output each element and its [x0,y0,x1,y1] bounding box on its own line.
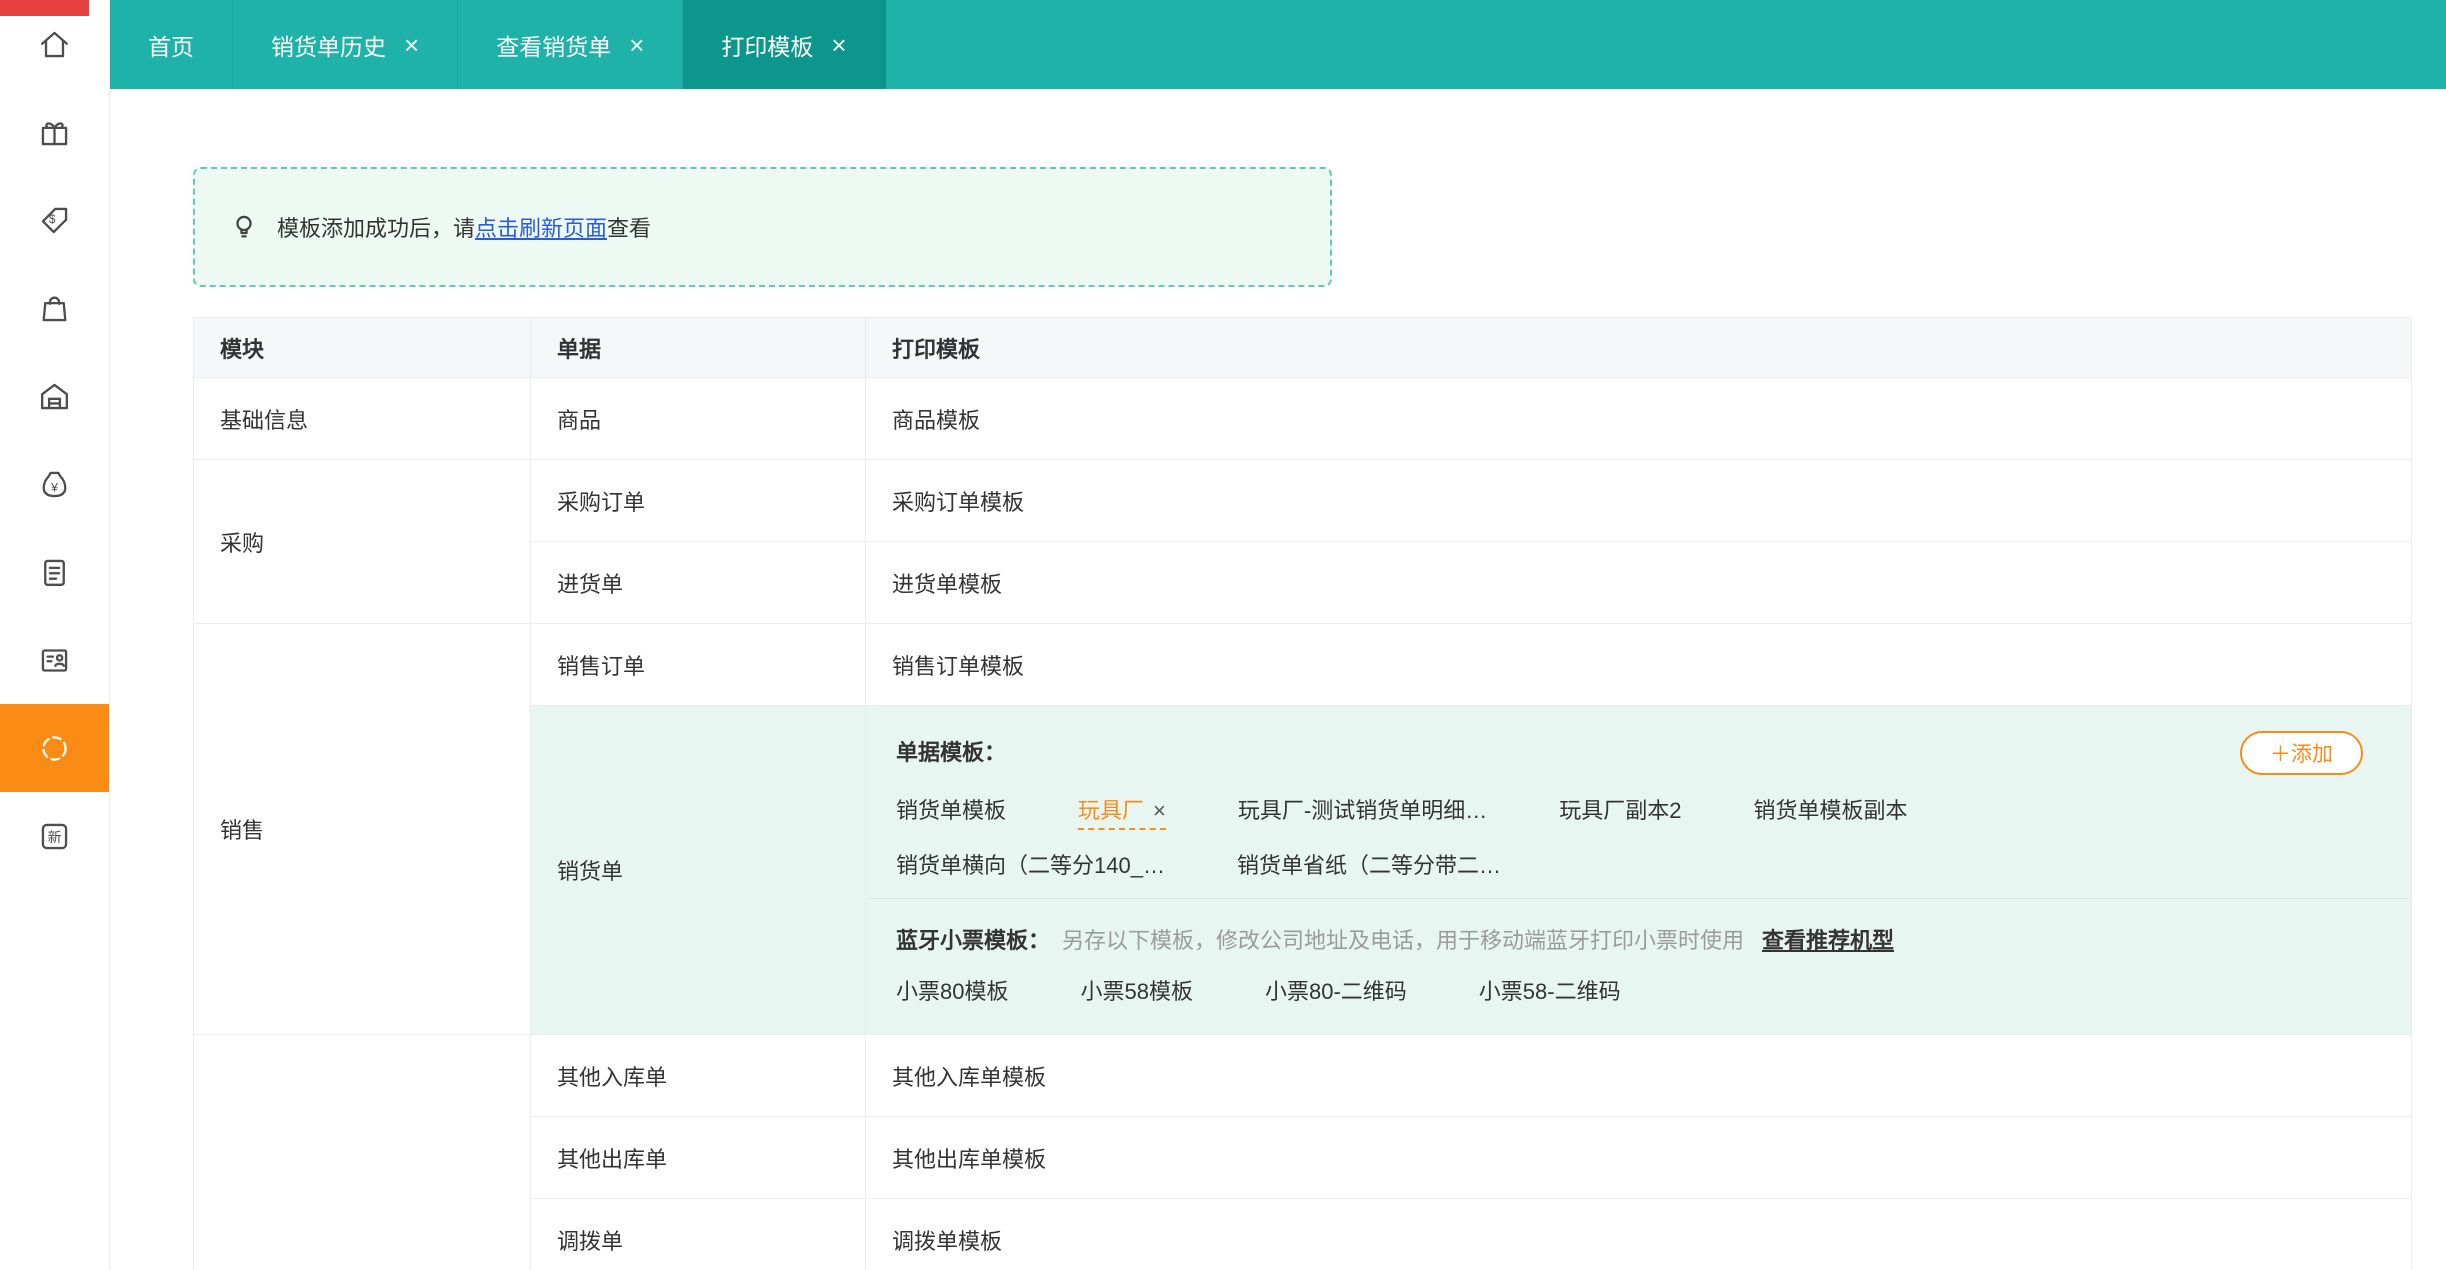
notice-text: 模板添加成功后，请点击刷新页面查看 [277,211,651,243]
gift-icon [41,121,68,145]
template-item[interactable]: 小票80模板 [896,977,1008,1007]
price-tag-icon: $ [41,207,68,233]
sidebar-item-documents[interactable] [0,528,109,616]
template-list-row-2: 销货单横向（二等分140_… 销货单省纸（二等分带二… [896,851,2381,881]
sidebar-item-purchase[interactable] [0,264,109,352]
table-row: 基础信息 商品 商品模板 [193,377,2412,460]
table-row: 其他入库单 其他入库单模板 [193,1034,2412,1270]
close-icon[interactable]: × [1153,798,1166,823]
svg-text:新: 新 [48,828,62,844]
tab-label: 打印模板 [721,33,814,60]
tab-label: 查看销货单 [496,33,612,60]
sidebar-item-gift[interactable] [0,88,109,176]
template-cell: 商品模板 [865,377,2412,460]
close-icon[interactable]: × [831,32,846,58]
recommended-devices-link[interactable]: 查看推荐机型 [1762,923,1894,955]
template-item[interactable]: 小票80-二维码 [1265,977,1407,1007]
doc-cell: 进货单 [530,541,866,624]
money-bag-icon: ¥ [42,471,67,497]
doc-cell: 调拨单 [530,1198,866,1270]
template-item-selected[interactable]: 玩具厂 × [1078,796,1166,830]
template-list-row-1: 销货单模板 玩具厂 × 玩具厂-测试销货单明细… 玩具厂副本2 销货单模板副本 [896,796,2381,830]
template-cell: 调拨单模板 [865,1198,2412,1270]
sidebar-item-new[interactable]: 新 [0,792,109,880]
template-item[interactable]: 小票58模板 [1080,977,1192,1007]
module-cell: 基础信息 [193,377,531,460]
clipboard-icon [44,559,65,586]
bluetooth-template-desc: 另存以下模板，修改公司地址及电话，用于移动端蓝牙打印小票时使用 [1062,928,1745,953]
tab-label: 首页 [148,33,194,60]
bluetooth-template-section: 蓝牙小票模板： 另存以下模板，修改公司地址及电话，用于移动端蓝牙打印小票时使用 … [866,898,2411,1034]
close-icon[interactable]: × [404,32,419,58]
new-doc-icon: 新 [41,823,68,849]
sync-icon [42,735,67,761]
template-item[interactable]: 销货单横向（二等分140_… [896,851,1165,881]
main-panel: 首页 销货单历史 × 查看销货单 × 打印模板 × 模板添加成功后，请点击刷新页… [110,0,2446,1270]
template-cell: 其他出库单模板 [865,1116,2412,1199]
table-row: 销售 销售订单 销售订单模板 [193,623,2412,1035]
main-content: 模板添加成功后，请点击刷新页面查看 模块 单据 打印模板 基础信息 商品 商品模… [110,89,2446,1270]
tab-view-sales-order[interactable]: 查看销货单 × [458,0,684,89]
close-icon[interactable]: × [629,32,644,58]
sidebar-item-home[interactable] [0,0,109,88]
contacts-icon [41,648,68,672]
tab-print-template[interactable]: 打印模板 × [683,0,886,89]
header-print-template: 打印模板 [865,317,2412,378]
app-window: $ ¥ 新 首页 销货单历史 × 查看销货单 × 打印模板 × 模板添加成功后，… [0,0,2446,1270]
table-header-row: 模块 单据 打印模板 [193,317,2412,378]
doc-cell: 销货单 [530,705,866,1035]
refresh-page-link[interactable]: 点击刷新页面 [475,216,607,241]
print-template-table: 模块 单据 打印模板 基础信息 商品 商品模板 采购 采购订单 采购订单模板 进… [193,317,2412,1270]
sidebar-item-sync-active[interactable] [0,704,109,792]
template-cell: 采购订单模板 [865,459,2412,542]
bluetooth-template-list: 小票80模板 小票58模板 小票80-二维码 小票58-二维码 [896,977,2381,1007]
sidebar-item-contacts[interactable] [0,616,109,704]
bluetooth-template-label: 蓝牙小票模板： [896,928,1051,953]
header-module: 模块 [193,317,531,378]
home-icon [41,31,68,57]
template-item[interactable]: 销货单省纸（二等分带二… [1237,851,1501,881]
tab-bar: 首页 销货单历史 × 查看销货单 × 打印模板 × [110,0,2446,89]
tab-label: 销货单历史 [271,33,386,60]
sidebar: $ ¥ 新 [0,0,110,1270]
sidebar-item-warehouse[interactable] [0,352,109,440]
module-cell: 销售 [193,623,531,1035]
sidebar-item-finance[interactable]: ¥ [0,440,109,528]
sales-template-cell: 单据模板： ＋添加 销货单模板 玩具厂 × 玩具厂-测试销货单明细… 玩具厂副本2… [865,705,2412,1035]
tab-sales-history[interactable]: 销货单历史 × [233,0,459,89]
template-item[interactable]: 玩具厂-测试销货单明细… [1238,796,1487,830]
doc-template-label: 单据模板： [896,740,1007,765]
warehouse-icon [41,383,68,409]
doc-cell: 销售订单 [530,623,866,706]
tab-home[interactable]: 首页 [110,0,233,89]
module-cell: 采购 [193,459,531,624]
template-cell: 其他入库单模板 [865,1034,2412,1117]
table-row: 采购 采购订单 采购订单模板 [193,459,2412,624]
template-cell: 进货单模板 [865,541,2412,624]
template-item[interactable]: 销货单模板副本 [1753,796,1907,830]
lightbulb-icon [236,215,252,238]
header-document: 单据 [530,317,866,378]
template-item-label: 玩具厂 [1078,798,1145,823]
template-item[interactable]: 小票58-二维码 [1479,977,1621,1007]
module-cell [193,1034,531,1270]
sidebar-item-pricing[interactable]: $ [0,176,109,264]
doc-cell: 其他出库单 [530,1116,866,1199]
notice-banner: 模板添加成功后，请点击刷新页面查看 [193,167,1332,287]
doc-cell: 采购订单 [530,459,866,542]
notice-suffix: 查看 [607,216,652,241]
shopping-bag-icon [42,296,67,321]
doc-template-section: 单据模板： ＋添加 销货单模板 玩具厂 × 玩具厂-测试销货单明细… 玩具厂副本2… [866,706,2411,898]
svg-text:$: $ [49,213,56,225]
notice-prefix: 模板添加成功后，请 [277,216,476,241]
template-item[interactable]: 销货单模板 [896,796,1006,830]
add-template-button[interactable]: ＋添加 [2240,731,2363,775]
svg-text:¥: ¥ [50,480,58,494]
template-cell: 销售订单模板 [865,623,2412,706]
sidebar-nav: $ ¥ 新 [0,0,109,880]
doc-cell: 商品 [530,377,866,460]
template-item[interactable]: 玩具厂副本2 [1559,796,1681,830]
doc-cell: 其他入库单 [530,1034,866,1117]
